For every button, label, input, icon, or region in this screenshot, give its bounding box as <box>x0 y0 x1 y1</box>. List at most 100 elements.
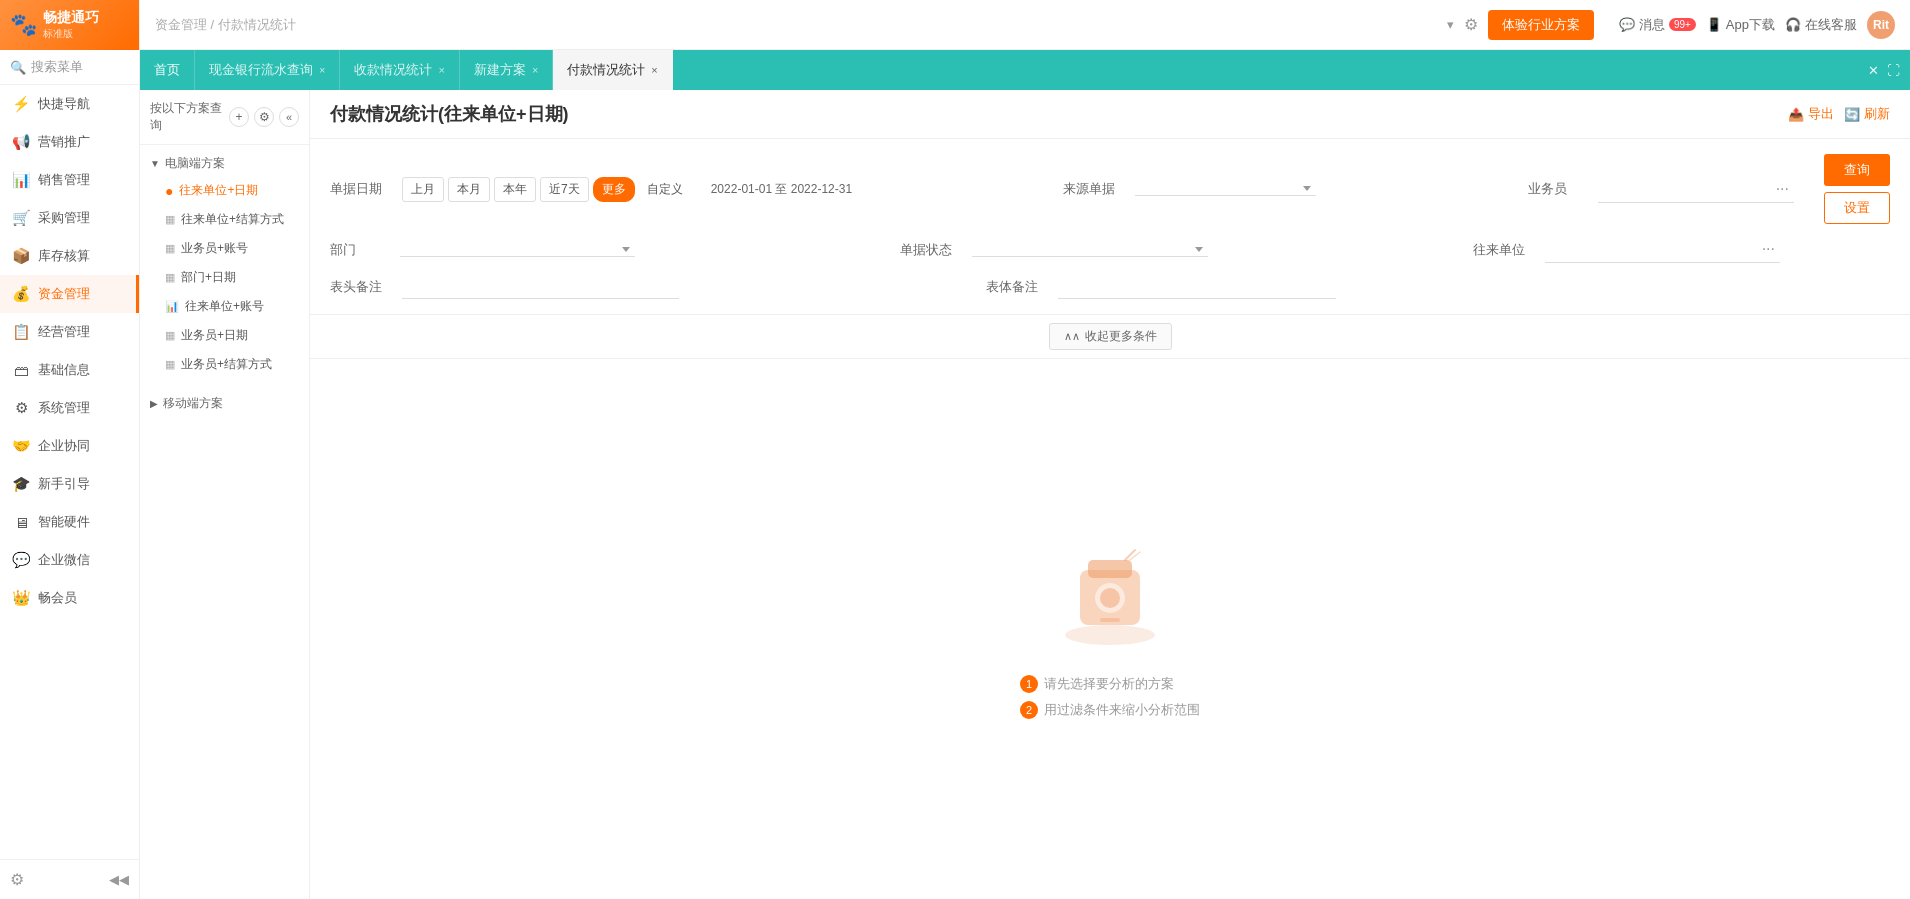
export-icon: 📤 <box>1788 107 1804 122</box>
query-btn[interactable]: 查询 <box>1824 154 1890 186</box>
sidebar-footer: ⚙ ◀◀ <box>0 859 139 899</box>
empty-state: 1 请先选择要分析的方案 2 用过滤条件来缩小分析范围 <box>310 359 1910 899</box>
source-select[interactable] <box>1135 182 1316 196</box>
date-btn-more[interactable]: 更多 <box>593 177 635 202</box>
user-avatar[interactable]: Rit <box>1867 11 1895 39</box>
desktop-group-title[interactable]: ▼ 电脑端方案 <box>140 151 309 176</box>
sidebar-item-system[interactable]: ⚙ 系统管理 <box>0 389 139 427</box>
sidebar-item-cooperation[interactable]: 🤝 企业协同 <box>0 427 139 465</box>
voucher-status-select[interactable] <box>972 243 1207 257</box>
scheme-item-label: 部门+日期 <box>181 269 236 286</box>
scheme-item-unit-settle[interactable]: ▦ 往来单位+结算方式 <box>140 205 309 234</box>
tip-text-2: 用过滤条件来缩小分析范围 <box>1044 701 1200 719</box>
filter-row-2: 部门 单据状态 往来单位 ··· <box>330 236 1890 263</box>
app-download-btn[interactable]: 📱 App下载 <box>1706 16 1775 34</box>
sidebar-item-label: 营销推广 <box>38 133 90 151</box>
tab-receipts-stat[interactable]: 收款情况统计 × <box>340 50 459 90</box>
sidebar-item-business[interactable]: 📋 经营管理 <box>0 313 139 351</box>
scheme-item-staff-account[interactable]: ▦ 业务员+账号 <box>140 234 309 263</box>
filter-settings-btn[interactable]: 设置 <box>1824 192 1890 224</box>
sidebar-item-quick-nav[interactable]: ⚡ 快捷导航 <box>0 85 139 123</box>
note-body-input[interactable] <box>1063 279 1330 294</box>
trial-btn[interactable]: 体验行业方案 <box>1488 10 1594 40</box>
tab-new-plan[interactable]: 新建方案 × <box>460 50 553 90</box>
filter-row-1: 单据日期 上月 本月 本年 近7天 更多 自定义 2022-01-01 至 20… <box>330 154 1890 224</box>
add-scheme-btn[interactable]: + <box>229 107 249 127</box>
guide-icon: 🎓 <box>12 475 30 493</box>
tab-new-plan-close[interactable]: × <box>532 64 538 76</box>
collapse-conditions-btn[interactable]: ∧∧ 收起更多条件 <box>1049 323 1172 350</box>
sidebar-item-label: 系统管理 <box>38 399 90 417</box>
scheme-item-unit-date[interactable]: ● 往来单位+日期 <box>140 176 309 205</box>
main-content: 资金管理 / 付款情况统计 ▾ ⚙ 体验行业方案 💬 消息 99+ 📱 App下… <box>140 0 1910 899</box>
filter-area: 单据日期 上月 本月 本年 近7天 更多 自定义 2022-01-01 至 20… <box>310 139 1910 315</box>
date-btn-this-year[interactable]: 本年 <box>494 177 536 202</box>
sidebar-item-weixin[interactable]: 💬 企业微信 <box>0 541 139 579</box>
scheme-group-desktop: ▼ 电脑端方案 ● 往来单位+日期 ▦ 往来单位+结算方式 ▦ 业务员+账号 ▦ <box>140 145 309 385</box>
tab-home[interactable]: 首页 <box>140 50 195 90</box>
tab-bank-flow[interactable]: 现金银行流水查询 × <box>195 50 340 90</box>
date-range-display: 2022-01-01 至 2022-12-31 <box>711 181 852 198</box>
tab-bank-flow-label: 现金银行流水查询 <box>209 61 313 79</box>
sidebar-item-purchase[interactable]: 🛒 采购管理 <box>0 199 139 237</box>
dept-select[interactable] <box>400 243 635 257</box>
sidebar-item-inventory[interactable]: 📦 库存核算 <box>0 237 139 275</box>
online-service-btn[interactable]: 🎧 在线客服 <box>1785 16 1857 34</box>
empty-illustration <box>1050 540 1170 663</box>
tabbar-expand-icon[interactable]: ⛶ <box>1887 63 1900 78</box>
sidebar-item-basic-info[interactable]: 🗃 基础信息 <box>0 351 139 389</box>
scheme-item-staff-date[interactable]: ▦ 业务员+日期 <box>140 321 309 350</box>
tab-payment-stat-close[interactable]: × <box>651 64 657 76</box>
service-label: 在线客服 <box>1805 16 1857 34</box>
mobile-group-title[interactable]: ▶ 移动端方案 <box>140 391 309 416</box>
partner-dots[interactable]: ··· <box>1762 240 1775 258</box>
mobile-group-label: 移动端方案 <box>163 395 223 412</box>
date-btn-this-month[interactable]: 本月 <box>448 177 490 202</box>
tab-payment-stat-label: 付款情况统计 <box>567 61 645 79</box>
note-head-input[interactable] <box>407 279 674 294</box>
scheme-item-dept-date[interactable]: ▦ 部门+日期 <box>140 263 309 292</box>
date-btn-last-month[interactable]: 上月 <box>402 177 444 202</box>
refresh-btn[interactable]: 🔄 刷新 <box>1844 105 1890 123</box>
tip-text-1: 请先选择要分析的方案 <box>1044 675 1174 693</box>
tab-receipts-stat-close[interactable]: × <box>438 64 444 76</box>
refresh-icon: 🔄 <box>1844 107 1860 122</box>
voucher-date-label: 单据日期 <box>330 180 382 198</box>
tabbar-end: ✕ ⛶ <box>1858 50 1910 90</box>
sidebar-item-guide[interactable]: 🎓 新手引导 <box>0 465 139 503</box>
topbar-dropdown-icon[interactable]: ▾ <box>1447 17 1454 32</box>
sidebar-search[interactable]: 🔍 搜索菜单 <box>0 50 139 85</box>
tab-bank-flow-close[interactable]: × <box>319 64 325 76</box>
svg-line-6 <box>1125 550 1135 560</box>
panel-collapse-btn[interactable]: « <box>279 107 299 127</box>
scheme-item-unit-account[interactable]: 📊 往来单位+账号 <box>140 292 309 321</box>
right-content: 付款情况统计(往来单位+日期) 📤 导出 🔄 刷新 单据日期 <box>310 90 1910 899</box>
scheme-item-staff-settle[interactable]: ▦ 业务员+结算方式 <box>140 350 309 379</box>
export-btn[interactable]: 📤 导出 <box>1788 105 1834 123</box>
sidebar-item-vip[interactable]: 👑 畅会员 <box>0 579 139 617</box>
sidebar-collapse-icon[interactable]: ◀◀ <box>109 872 129 887</box>
sidebar-item-capital[interactable]: 💰 资金管理 <box>0 275 139 313</box>
staff-input[interactable] <box>1603 181 1771 196</box>
message-btn[interactable]: 💬 消息 99+ <box>1619 16 1696 34</box>
date-btn-custom[interactable]: 自定义 <box>639 178 691 201</box>
desktop-group-arrow: ▼ <box>150 158 160 169</box>
svg-rect-2 <box>1088 560 1132 578</box>
partner-input[interactable] <box>1550 242 1757 257</box>
sidebar-item-hardware[interactable]: 🖥 智能硬件 <box>0 503 139 541</box>
desktop-group-label: 电脑端方案 <box>165 155 225 172</box>
page-header-actions: 📤 导出 🔄 刷新 <box>1788 105 1890 123</box>
sidebar-item-sales[interactable]: 📊 销售管理 <box>0 161 139 199</box>
topbar-settings-icon[interactable]: ⚙ <box>1464 15 1478 34</box>
date-btn-last-7[interactable]: 近7天 <box>540 177 589 202</box>
service-icon: 🎧 <box>1785 17 1801 32</box>
scheme-settings-btn[interactable]: ⚙ <box>254 107 274 127</box>
staff-dots[interactable]: ··· <box>1776 180 1789 198</box>
sidebar-settings-icon[interactable]: ⚙ <box>10 870 24 889</box>
sidebar-item-label: 资金管理 <box>38 285 90 303</box>
tabbar-close-all-icon[interactable]: ✕ <box>1868 63 1879 78</box>
collapse-label: 收起更多条件 <box>1085 328 1157 345</box>
tab-payment-stat[interactable]: 付款情况统计 × <box>553 50 672 90</box>
cooperation-icon: 🤝 <box>12 437 30 455</box>
sidebar-item-marketing[interactable]: 📢 营销推广 <box>0 123 139 161</box>
